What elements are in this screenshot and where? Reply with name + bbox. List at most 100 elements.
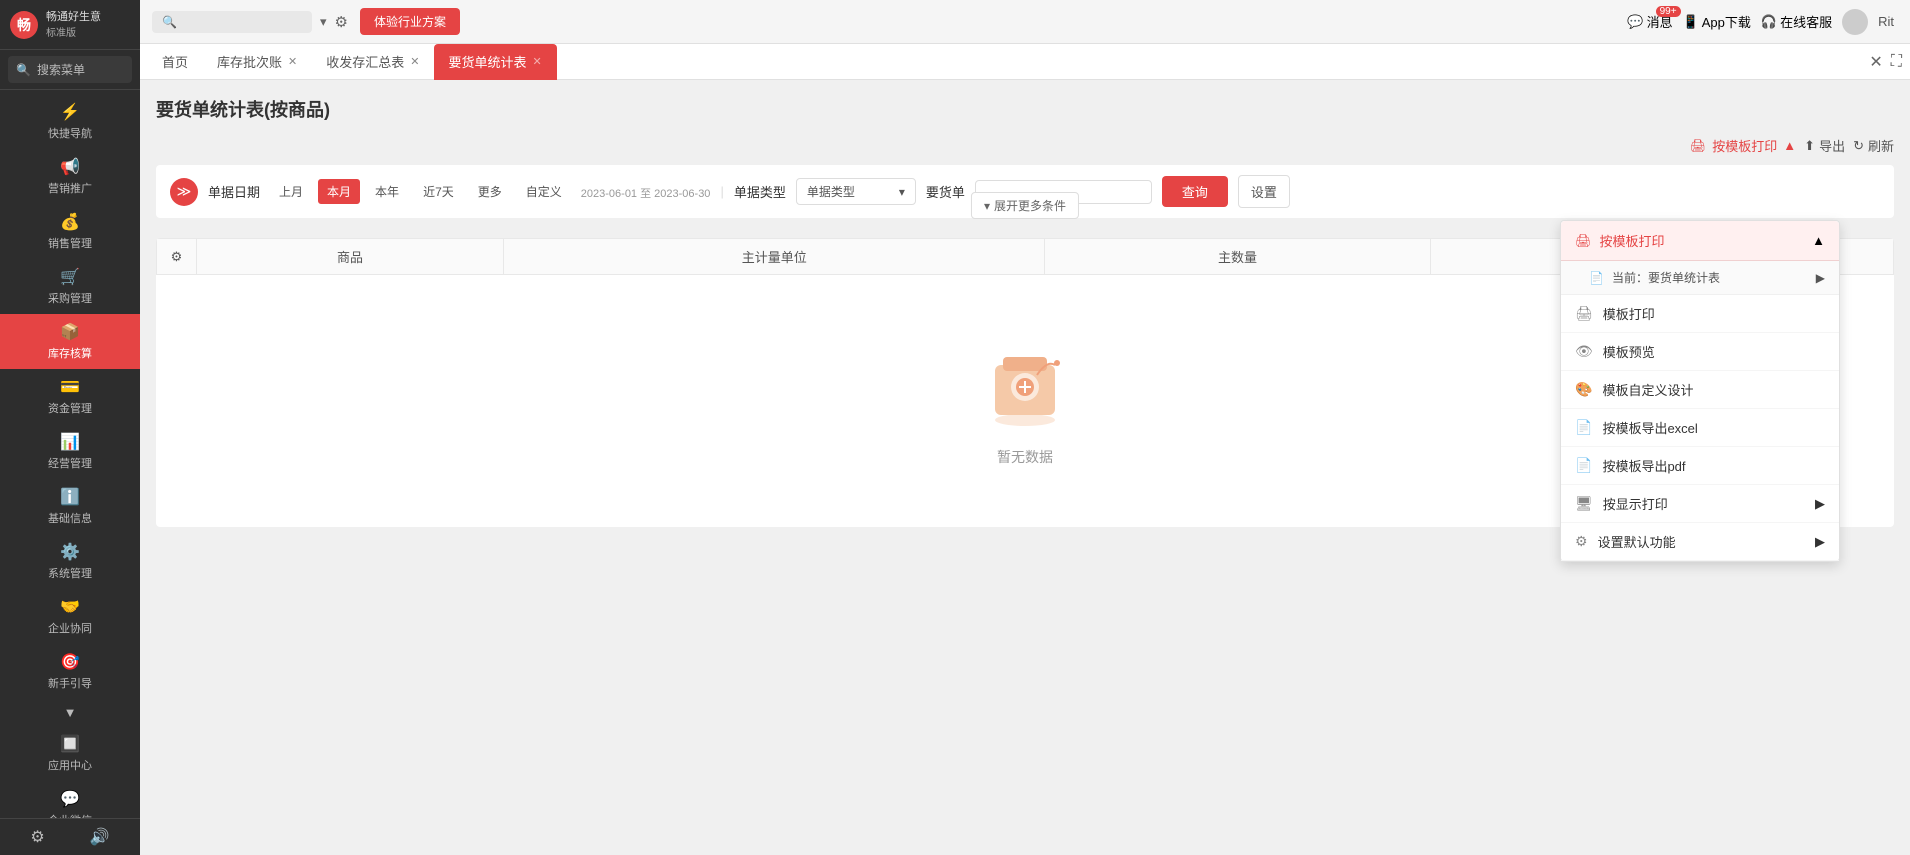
col-settings[interactable]: ⚙ — [157, 239, 197, 275]
tab-expand-button[interactable]: ⛶ — [1891, 53, 1902, 71]
empty-illustration — [975, 335, 1075, 435]
current-label-item[interactable]: 📄 当前：要货单统计表 ▶ — [1561, 261, 1839, 295]
tab-order-stats-label: 要货单统计表 — [448, 52, 526, 71]
sidebar-label-operations: 经营管理 — [48, 455, 92, 471]
dropdown-header-label: 按模板打印 — [1600, 231, 1665, 250]
sidebar-label-system: 系统管理 — [48, 565, 92, 581]
page-title: 要货单统计表(按商品) — [156, 96, 1894, 122]
trial-button[interactable]: 体验行业方案 — [360, 8, 460, 35]
order-num-label: 要货单 — [926, 182, 965, 201]
dropdown-collapse-icon[interactable]: ▲ — [1812, 233, 1825, 248]
dropdown-header-right: ▲ — [1812, 233, 1825, 248]
inventory-icon: 📦 — [60, 322, 80, 342]
template-pdf-icon: 📄 — [1575, 457, 1592, 474]
dropdown-item-set-default[interactable]: ⚙ 设置默认功能 ▶ — [1561, 523, 1839, 561]
sidebar-label-appstore: 应用中心 — [48, 757, 92, 773]
order-type-value: 单据类型 — [807, 183, 855, 200]
sidebar-item-finance[interactable]: 💳 资金管理 — [0, 369, 140, 424]
tab-receipts-summary[interactable]: 收发存汇总表 ✕ — [312, 44, 434, 80]
dropdown-item-template-print[interactable]: 🖨 模板打印 — [1561, 295, 1839, 333]
app-download-button[interactable]: 📱 App下载 — [1683, 12, 1751, 31]
date-7days[interactable]: 近7天 — [414, 179, 463, 204]
tab-receipts-summary-close[interactable]: ✕ — [410, 55, 419, 68]
date-more[interactable]: 更多 — [469, 179, 511, 204]
tab-home[interactable]: 首页 — [148, 44, 203, 80]
table-settings-icon[interactable]: ⚙ — [171, 249, 183, 264]
topbar-search[interactable]: 🔍 — [152, 11, 312, 33]
dropdown-item-template-pdf[interactable]: 📄 按模板导出pdf — [1561, 447, 1839, 485]
tab-order-stats-close[interactable]: ✕ — [533, 55, 542, 68]
print-button[interactable]: 🖨 按模板打印 ▲ — [1690, 136, 1796, 155]
set-default-icon: ⚙ — [1575, 533, 1588, 550]
order-type-select[interactable]: 单据类型 ▾ — [796, 178, 916, 205]
sidebar-scroll-down[interactable]: ▼ — [0, 699, 140, 726]
guide-icon: 🎯 — [60, 652, 80, 672]
filter-bar: ≫ 单据日期 上月 本月 本年 近7天 更多 自定义 2023-06-01 至 … — [156, 165, 1894, 218]
logo-icon: 畅 — [10, 11, 38, 39]
app-download-label: App下载 — [1702, 12, 1751, 31]
footer-settings-button[interactable]: ⚙ — [30, 827, 44, 847]
sidebar-item-appstore[interactable]: 🔲 应用中心 — [0, 726, 140, 781]
export-button[interactable]: ⬆ 导出 — [1804, 136, 1845, 155]
template-preview-label: 模板预览 — [1603, 342, 1655, 361]
template-pdf-label: 按模板导出pdf — [1602, 456, 1685, 475]
search-menu-button[interactable]: 🔍 搜索菜单 — [8, 56, 132, 83]
date-custom[interactable]: 自定义 — [517, 179, 571, 204]
dropdown-item-template-excel[interactable]: 📄 按模板导出excel — [1561, 409, 1839, 447]
topbar-search-icon: 🔍 — [162, 15, 177, 29]
date-prev-month[interactable]: 上月 — [270, 179, 312, 204]
sidebar-item-system[interactable]: ⚙️ 系统管理 — [0, 534, 140, 589]
dropdown-item-template-preview[interactable]: 👁 模板预览 — [1561, 333, 1839, 371]
dropdown-item-template-design[interactable]: 🎨 模板自定义设计 — [1561, 371, 1839, 409]
sidebar-item-purchase[interactable]: 🛒 采购管理 — [0, 259, 140, 314]
filter-expand-button[interactable]: ≫ — [170, 178, 198, 206]
sidebar-item-operations[interactable]: 📊 经营管理 — [0, 424, 140, 479]
expand-more-button[interactable]: ▾ 展开更多条件 — [971, 192, 1079, 219]
settings-button[interactable]: 设置 — [1238, 175, 1290, 208]
tab-inventory-batch-close[interactable]: ✕ — [288, 55, 297, 68]
date-year[interactable]: 本年 — [366, 179, 408, 204]
dropdown-header[interactable]: 🖨 按模板打印 ▲ — [1561, 221, 1839, 261]
dropdown-item-display-print[interactable]: 🖥 按显示打印 ▶ — [1561, 485, 1839, 523]
tab-order-stats[interactable]: 要货单统计表 ✕ — [434, 44, 556, 80]
dropdown-header-left: 🖨 按模板打印 — [1575, 231, 1665, 250]
sidebar-search[interactable]: 🔍 搜索菜单 — [0, 50, 140, 90]
sidebar-item-quick-nav[interactable]: ⚡ 快捷导航 — [0, 94, 140, 149]
sidebar-label-quick-nav: 快捷导航 — [48, 125, 92, 141]
current-label-text: 当前：要货单统计表 — [1612, 269, 1720, 286]
username-label[interactable]: Rit — [1878, 14, 1894, 29]
print-label: 按模板打印 — [1712, 136, 1777, 155]
refresh-label: 刷新 — [1868, 136, 1894, 155]
template-print-icon: 🖨 — [1575, 305, 1593, 322]
set-default-label: 设置默认功能 — [1598, 532, 1676, 551]
sidebar: 畅 畅通好生意 标准版 🔍 搜索菜单 ⚡ 快捷导航 📢 营销推广 💰 销售管理 … — [0, 0, 140, 855]
refresh-button[interactable]: ↻ 刷新 — [1853, 136, 1894, 155]
topbar-settings-icon[interactable]: ⚙ — [335, 13, 348, 31]
topbar-dropdown-arrow[interactable]: ▾ — [320, 14, 327, 30]
sidebar-item-basics[interactable]: ℹ️ 基础信息 — [0, 479, 140, 534]
query-button[interactable]: 查询 — [1162, 176, 1228, 207]
sidebar-label-wechat: 企业微信 — [48, 812, 92, 818]
footer-sound-button[interactable]: 🔊 — [90, 827, 110, 847]
logo-text: 畅通好生意 — [46, 10, 101, 24]
dropdown-printer-icon: 🖨 — [1575, 233, 1592, 249]
sidebar-item-marketing[interactable]: 📢 营销推广 — [0, 149, 140, 204]
date-current-month[interactable]: 本月 — [318, 179, 360, 204]
template-design-label: 模板自定义设计 — [1602, 380, 1693, 399]
sidebar-item-guide[interactable]: 🎯 新手引导 — [0, 644, 140, 699]
sidebar-footer: ⚙ 🔊 — [0, 818, 140, 855]
user-avatar[interactable] — [1842, 9, 1868, 35]
tab-inventory-batch[interactable]: 库存批次账 ✕ — [203, 44, 312, 80]
messages-button[interactable]: 💬 消息 99+ — [1627, 12, 1672, 31]
sidebar-item-enterprise[interactable]: 🤝 企业协同 — [0, 589, 140, 644]
sidebar-item-wechat[interactable]: 💬 企业微信 — [0, 781, 140, 818]
dropdown-menu: 🖨 按模板打印 ▲ 📄 当前：要货单统计表 ▶ 🖨 模板打印 👁 模板预览 — [1560, 220, 1840, 562]
sidebar-item-inventory[interactable]: 📦 库存核算 — [0, 314, 140, 369]
online-service-button[interactable]: 🎧 在线客服 — [1761, 12, 1832, 31]
sidebar-item-sales[interactable]: 💰 销售管理 — [0, 204, 140, 259]
wechat-icon: 💬 — [60, 789, 80, 809]
template-print-label: 模板打印 — [1603, 304, 1655, 323]
marketing-icon: 📢 — [60, 157, 80, 177]
tab-close-window-button[interactable]: ✕ — [1869, 52, 1882, 72]
sidebar-nav: ⚡ 快捷导航 📢 营销推广 💰 销售管理 🛒 采购管理 📦 库存核算 💳 资金管… — [0, 90, 140, 818]
